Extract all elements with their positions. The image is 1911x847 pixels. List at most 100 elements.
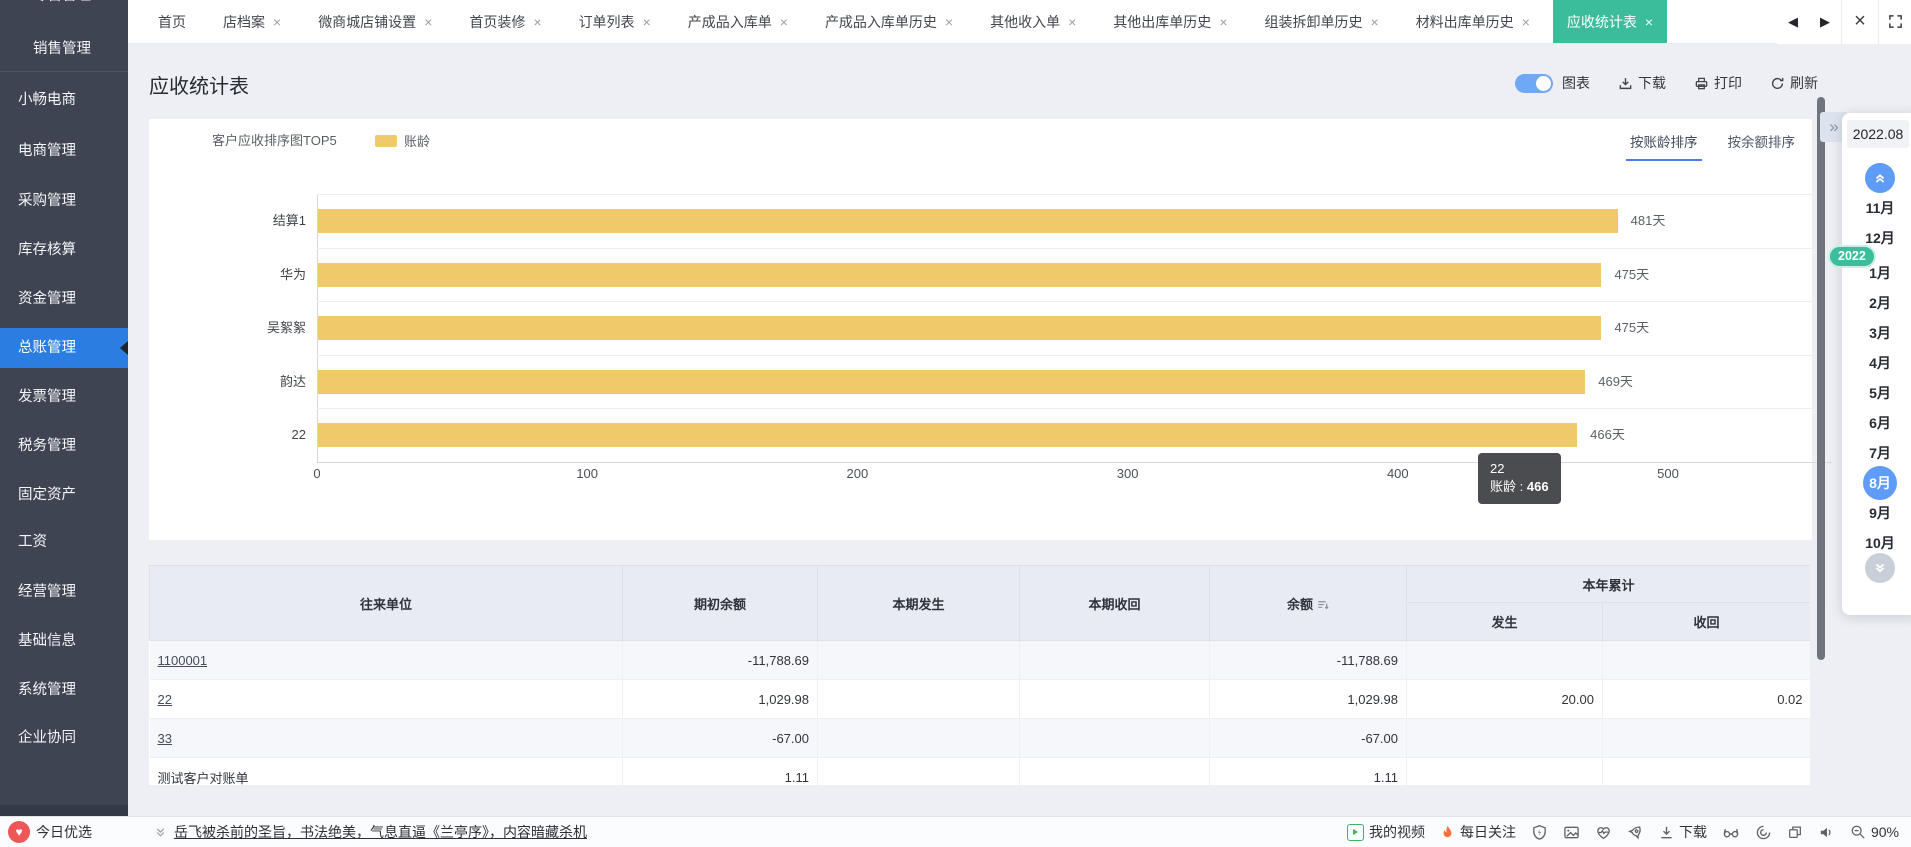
- col-header-recovered: 本期收回: [1019, 565, 1210, 641]
- speed-ball-icon[interactable]: [1755, 824, 1772, 841]
- sidebar-item-5[interactable]: 库存核算: [0, 230, 128, 270]
- tab-close-icon[interactable]: ×: [1371, 14, 1379, 30]
- speaker-icon[interactable]: [1818, 824, 1835, 841]
- tab-11[interactable]: 材料出库单历史 ×: [1402, 0, 1544, 43]
- sidebar-item-15[interactable]: 企业协同: [0, 718, 128, 758]
- bar-22[interactable]: [318, 423, 1578, 448]
- cell: [1019, 718, 1210, 758]
- month-item-9月[interactable]: 9月: [1842, 498, 1911, 528]
- zoom-level-control[interactable]: 90%: [1850, 824, 1899, 840]
- tab-scroll-right-icon[interactable]: ▶: [1809, 0, 1841, 44]
- sidebar-item-12[interactable]: 经营管理: [0, 572, 128, 612]
- sidebar-item-partial[interactable]: 零售管理: [0, 0, 128, 15]
- sidebar-item-3[interactable]: 电商管理: [0, 131, 128, 171]
- x-axis-tick: 0: [313, 466, 321, 481]
- tab-7[interactable]: 产成品入库单历史 ×: [811, 0, 967, 43]
- sidebar-item-6[interactable]: 资金管理: [0, 279, 128, 319]
- partner-link[interactable]: 33: [158, 731, 172, 746]
- tray-download-button[interactable]: 下载: [1659, 822, 1707, 842]
- tab-bar: 首页 店档案 × 微商城店铺设置 × 首页装修 × 订单列表 × 产成品入库单 × 产成品入库单历史 ×…: [128, 0, 1911, 44]
- chart-toggle[interactable]: [1515, 73, 1553, 93]
- daily-follow-button[interactable]: 每日关注: [1440, 822, 1516, 842]
- bar-结算1[interactable]: [318, 209, 1618, 233]
- my-videos-button[interactable]: 我的视频: [1346, 822, 1425, 842]
- cell: -11,788.69: [1209, 640, 1407, 680]
- partner-link[interactable]: 1100001: [158, 653, 208, 668]
- cell: 1.11: [622, 757, 818, 785]
- month-item-5月[interactable]: 5月: [1842, 378, 1911, 408]
- month-item-6月[interactable]: 6月: [1842, 408, 1911, 438]
- tab-close-icon[interactable]: ×: [1068, 14, 1076, 30]
- shield-icon[interactable]: [1531, 824, 1548, 841]
- sidebar-item-10[interactable]: 固定资产: [0, 475, 128, 515]
- tab-6[interactable]: 产成品入库单 ×: [674, 0, 802, 43]
- health-heart-icon[interactable]: [1595, 824, 1612, 841]
- rocket-icon[interactable]: [1627, 824, 1644, 841]
- tab-close-icon[interactable]: ×: [1522, 14, 1530, 30]
- sidebar-item-7[interactable]: 总账管理: [0, 328, 128, 368]
- tab-close-icon[interactable]: ×: [533, 14, 541, 30]
- sidebar-item-2[interactable]: 小畅电商: [0, 80, 128, 120]
- tab-4[interactable]: 首页装修 ×: [455, 0, 555, 43]
- tab-close-icon[interactable]: ×: [945, 14, 953, 30]
- tab-5[interactable]: 订单列表 ×: [565, 0, 665, 43]
- print-button[interactable]: 打印: [1694, 73, 1742, 93]
- sidebar-item-1[interactable]: 销售管理: [0, 29, 128, 69]
- months-scroll-down-icon[interactable]: [1865, 553, 1895, 583]
- cell: -67.00: [622, 718, 818, 758]
- bar-吴絮絮[interactable]: [318, 316, 1602, 341]
- sort-by-age-tab[interactable]: 按账龄排序: [1626, 127, 1702, 161]
- month-item-3月[interactable]: 3月: [1842, 318, 1911, 348]
- sort-by-balance-tab[interactable]: 按余额排序: [1724, 127, 1800, 161]
- tab-close-icon[interactable]: ×: [1219, 14, 1227, 30]
- download-button[interactable]: 下载: [1618, 73, 1666, 93]
- bar-韵达[interactable]: [318, 369, 1586, 394]
- tab-close-icon[interactable]: ×: [424, 14, 432, 30]
- tab-12[interactable]: 应收统计表 ×: [1552, 0, 1668, 43]
- sort-icon[interactable]: [1317, 599, 1329, 611]
- sidebar-item-8[interactable]: 发票管理: [0, 377, 128, 417]
- month-item-11月[interactable]: 11月: [1842, 193, 1911, 223]
- cell: [1406, 757, 1603, 785]
- taskbar-app-today-picks[interactable]: ♥ 今日优选: [8, 821, 92, 843]
- month-item-7月[interactable]: 7月: [1842, 438, 1911, 468]
- chart-legend[interactable]: 账龄: [375, 131, 430, 150]
- close-all-tabs-icon[interactable]: ×: [1841, 0, 1878, 44]
- tab-8[interactable]: 其他收入单 ×: [976, 0, 1090, 43]
- tab-close-icon[interactable]: ×: [1645, 14, 1653, 30]
- screenshot-icon[interactable]: [1563, 824, 1580, 841]
- fullscreen-icon[interactable]: [1878, 0, 1911, 44]
- tab-scroll-left-icon[interactable]: ◀: [1777, 0, 1809, 44]
- partner-link[interactable]: 22: [158, 692, 172, 707]
- sidebar-item-9[interactable]: 税务管理: [0, 426, 128, 466]
- band-split-line: [317, 408, 1832, 410]
- month-item-4月[interactable]: 4月: [1842, 348, 1911, 378]
- tab-close-icon[interactable]: ×: [643, 14, 651, 30]
- tab-close-icon[interactable]: ×: [780, 14, 788, 30]
- month-item-2月[interactable]: 2月: [1842, 288, 1911, 318]
- tab-9[interactable]: 其他出库单历史 ×: [1099, 0, 1241, 43]
- months-scroll-up-icon[interactable]: [1865, 163, 1895, 193]
- tab-1[interactable]: 首页: [144, 0, 200, 43]
- news-headline-link[interactable]: 岳飞被杀前的圣旨，书法绝美，气息直逼《兰亭序》，内容暗藏杀机: [174, 822, 587, 842]
- sidebar-item-11[interactable]: 工资: [0, 522, 128, 562]
- cell: [817, 640, 1020, 680]
- selected-notch: [120, 341, 128, 355]
- chevron-double-down-icon[interactable]: [154, 826, 167, 839]
- vertical-scrollbar[interactable]: [1817, 97, 1825, 660]
- bar-华为[interactable]: [318, 262, 1602, 287]
- glasses-icon[interactable]: [1722, 823, 1740, 841]
- refresh-button[interactable]: 刷新: [1770, 73, 1818, 93]
- sidebar-item-13[interactable]: 基础信息: [0, 621, 128, 661]
- sidebar-divider: [0, 71, 128, 72]
- cell: [817, 718, 1020, 758]
- cell: [1019, 640, 1210, 680]
- month-item-8月[interactable]: 8月: [1863, 466, 1897, 500]
- tab-2[interactable]: 店档案 ×: [209, 0, 295, 43]
- tab-close-icon[interactable]: ×: [273, 14, 281, 30]
- sidebar-item-14[interactable]: 系统管理: [0, 670, 128, 710]
- sidebar-item-4[interactable]: 采购管理: [0, 181, 128, 221]
- windows-restore-icon[interactable]: [1787, 824, 1803, 840]
- tab-3[interactable]: 微商城店铺设置 ×: [304, 0, 446, 43]
- tab-10[interactable]: 组装拆卸单历史 ×: [1251, 0, 1393, 43]
